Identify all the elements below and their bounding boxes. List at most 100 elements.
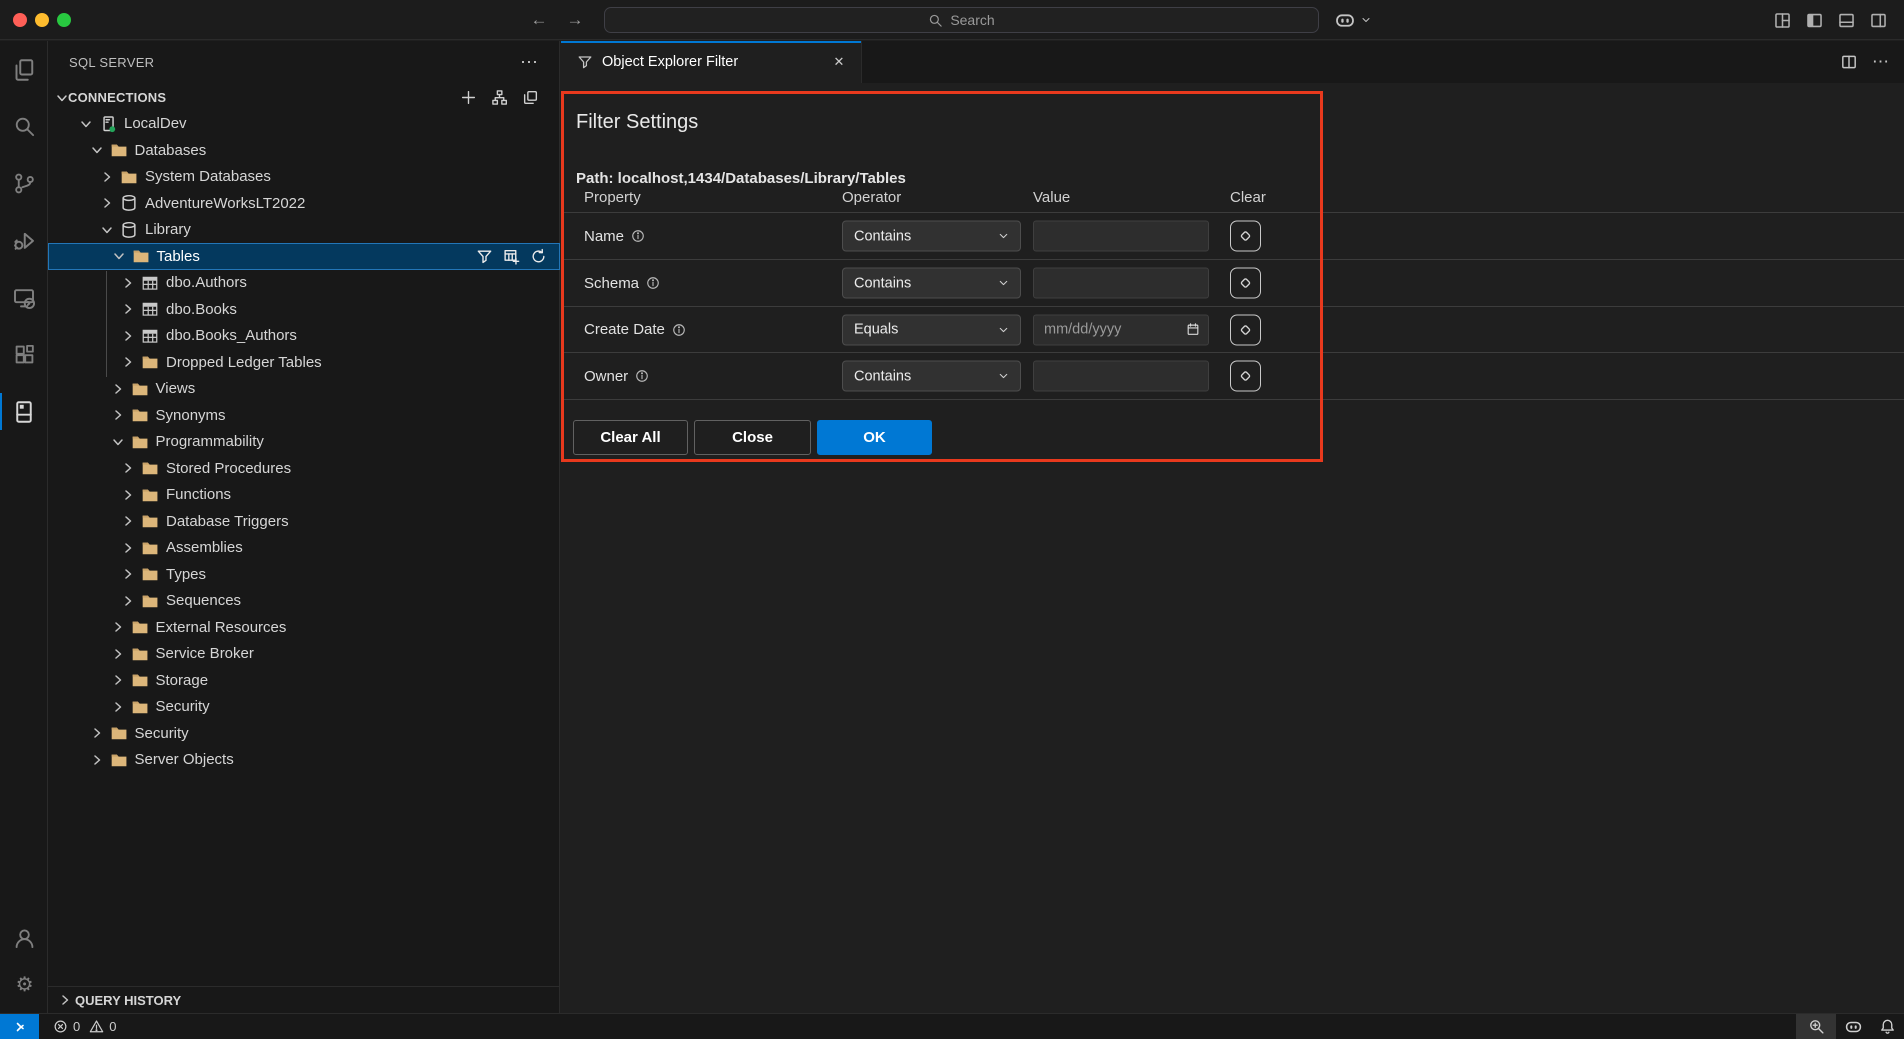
clear-row-button[interactable] (1230, 361, 1261, 392)
tree-item-synonyms[interactable]: Synonyms (48, 402, 560, 429)
chevron-right-icon[interactable] (120, 487, 136, 503)
tree-item-server-objects[interactable]: Server Objects (48, 747, 560, 774)
problems-status[interactable]: 0 0 (53, 1019, 116, 1034)
chevron-right-icon[interactable] (120, 460, 136, 476)
operator-select[interactable]: Contains (842, 361, 1021, 392)
zoom-status-button[interactable] (1796, 1014, 1836, 1039)
clear-row-button[interactable] (1230, 221, 1261, 252)
chevron-right-icon[interactable] (120, 301, 136, 317)
value-date-input[interactable]: mm/dd/yyyy (1033, 314, 1209, 345)
tree-item-functions[interactable]: Functions (48, 482, 560, 509)
value-input[interactable] (1033, 221, 1209, 252)
chevron-down-icon[interactable] (111, 248, 127, 264)
chevron-right-icon[interactable] (110, 646, 126, 662)
chevron-right-icon[interactable] (110, 699, 126, 715)
close-tab-icon[interactable]: ✕ (829, 52, 849, 72)
tree-item-storage[interactable]: Storage (48, 667, 560, 694)
tree-item-security[interactable]: Security (48, 720, 560, 747)
info-icon[interactable] (631, 229, 645, 243)
chevron-right-icon[interactable] (99, 169, 115, 185)
editor-more-actions-icon[interactable]: ⋯ (1872, 52, 1890, 72)
new-table-icon[interactable] (503, 248, 520, 265)
chevron-down-icon[interactable] (78, 116, 94, 132)
chevron-right-icon[interactable] (89, 752, 105, 768)
activity-run-debug[interactable] (0, 212, 48, 269)
tree-item-database-triggers[interactable]: Database Triggers (48, 508, 560, 535)
clear-row-button[interactable] (1230, 314, 1261, 345)
refresh-icon[interactable] (530, 248, 547, 265)
chevron-right-icon[interactable] (120, 566, 136, 582)
operator-select[interactable]: Contains (842, 268, 1021, 299)
chevron-right-icon[interactable] (120, 513, 136, 529)
tree-item-types[interactable]: Types (48, 561, 560, 588)
copilot-status-button[interactable] (1836, 1014, 1870, 1039)
value-input[interactable] (1033, 361, 1209, 392)
toggle-secondary-sidebar-icon[interactable] (1869, 11, 1888, 30)
notifications-button[interactable] (1870, 1014, 1904, 1039)
minimize-window-button[interactable] (35, 13, 49, 27)
chevron-right-icon[interactable] (120, 275, 136, 291)
customize-layout-icon[interactable] (1773, 11, 1792, 30)
tree-item-sequences[interactable]: Sequences (48, 588, 560, 615)
chevron-right-icon[interactable] (110, 407, 126, 423)
chevron-right-icon[interactable] (120, 593, 136, 609)
operator-select[interactable]: Contains (842, 221, 1021, 252)
value-input[interactable] (1033, 268, 1209, 299)
go-back-icon[interactable]: ← (528, 9, 550, 31)
accounts-button[interactable] (0, 915, 48, 961)
tree-item-dbo-authors[interactable]: dbo.Authors (48, 270, 560, 297)
query-history-section-header[interactable]: QUERY HISTORY (48, 986, 559, 1013)
tree-item-adventureworkslt2022[interactable]: AdventureWorksLT2022 (48, 190, 560, 217)
tree-item-views[interactable]: Views (48, 376, 560, 403)
close-button[interactable]: Close (694, 420, 811, 455)
activity-sql-server[interactable] (0, 383, 48, 440)
tree-item-dropped-ledger-tables[interactable]: Dropped Ledger Tables (48, 349, 560, 376)
zoom-window-button[interactable] (57, 13, 71, 27)
chevron-right-icon[interactable] (89, 725, 105, 741)
chevron-down-icon[interactable] (89, 142, 105, 158)
tree-item-dbo-books[interactable]: dbo.Books (48, 296, 560, 323)
chevron-down-icon[interactable] (99, 222, 115, 238)
close-window-button[interactable] (13, 13, 27, 27)
split-editor-icon[interactable] (1840, 53, 1858, 71)
chevron-right-icon[interactable] (99, 195, 115, 211)
activity-remote-explorer[interactable] (0, 269, 48, 326)
activity-search[interactable] (0, 98, 48, 155)
value-text-field[interactable] (1044, 228, 1200, 244)
chevron-down-icon[interactable] (110, 434, 126, 450)
calendar-icon[interactable] (1186, 323, 1200, 337)
tree-item-tables[interactable]: Tables (48, 243, 560, 270)
toggle-primary-sidebar-icon[interactable] (1805, 11, 1824, 30)
settings-button[interactable]: ⚙ (0, 961, 48, 1007)
chevron-right-icon[interactable] (120, 354, 136, 370)
chevron-right-icon[interactable] (120, 540, 136, 556)
info-icon[interactable] (672, 323, 686, 337)
info-icon[interactable] (646, 276, 660, 290)
chevron-right-icon[interactable] (110, 619, 126, 635)
tree-item-system-databases[interactable]: System Databases (48, 164, 560, 191)
chevron-right-icon[interactable] (110, 381, 126, 397)
tab-object-explorer-filter[interactable]: Object Explorer Filter ✕ (561, 41, 862, 83)
go-forward-icon[interactable]: → (564, 9, 586, 31)
copilot-menu[interactable] (1334, 0, 1372, 40)
tree-item-security[interactable]: Security (48, 694, 560, 721)
activity-extensions[interactable] (0, 326, 48, 383)
tree-item-dbo-books-authors[interactable]: dbo.Books_Authors (48, 323, 560, 350)
tree-item-localdev[interactable]: LocalDev (48, 111, 560, 138)
tree-item-service-broker[interactable]: Service Broker (48, 641, 560, 668)
chevron-right-icon[interactable] (110, 672, 126, 688)
chevron-right-icon[interactable] (120, 328, 136, 344)
clear-all-button[interactable]: Clear All (573, 420, 688, 455)
tree-item-databases[interactable]: Databases (48, 137, 560, 164)
tree-item-external-resources[interactable]: External Resources (48, 614, 560, 641)
ok-button[interactable]: OK (817, 420, 932, 455)
value-text-field[interactable] (1044, 368, 1200, 384)
tree-item-library[interactable]: Library (48, 217, 560, 244)
tree-item-assemblies[interactable]: Assemblies (48, 535, 560, 562)
activity-source-control[interactable] (0, 155, 48, 212)
filter-icon[interactable] (476, 248, 493, 265)
remote-indicator[interactable] (0, 1014, 39, 1039)
tree-item-stored-procedures[interactable]: Stored Procedures (48, 455, 560, 482)
clear-row-button[interactable] (1230, 268, 1261, 299)
command-center-search[interactable]: Search (604, 7, 1319, 33)
